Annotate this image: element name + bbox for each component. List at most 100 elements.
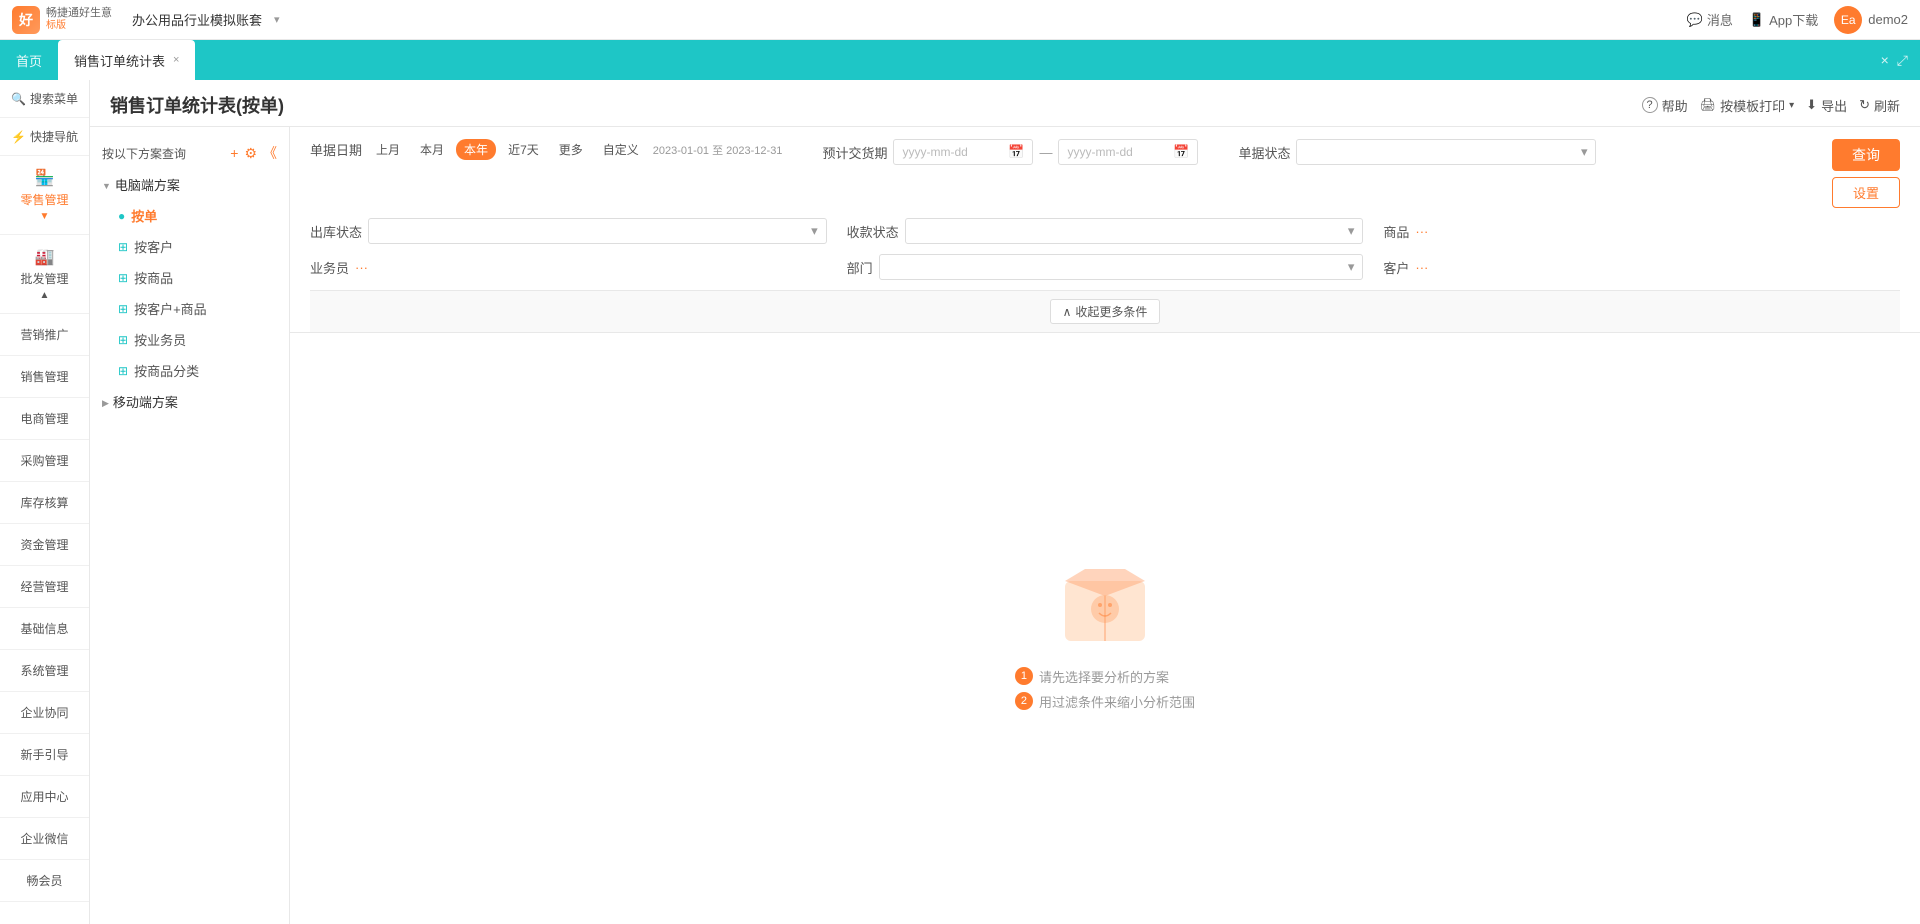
hint-1-num: 1 <box>1015 667 1033 685</box>
page-header: 销售订单统计表(按单) ? 帮助 🖨 按模板打印 ▾ ⬇ 导出 ↻ 刷新 <box>90 80 1920 127</box>
messages-button[interactable]: 💬 消息 <box>1687 10 1733 29</box>
refresh-button[interactable]: ↻ 刷新 <box>1859 96 1900 115</box>
plan-item-icon-customer: ⊞ <box>118 240 128 254</box>
salesperson-ellipsis[interactable]: ··· <box>355 260 368 275</box>
this-year-btn[interactable]: 本年 <box>456 139 496 160</box>
expected-date-to[interactable]: yyyy-mm-dd 📅 <box>1058 139 1198 165</box>
logo-icon: 好 <box>12 6 40 34</box>
customer-ellipsis[interactable]: ··· <box>1415 260 1428 275</box>
tab-expand-icon[interactable]: ⤢ <box>1897 52 1908 69</box>
sidebar-item-ecommerce[interactable]: 电商管理 <box>0 398 89 440</box>
print-dropdown-icon: ▾ <box>1789 100 1794 111</box>
plan-item-by-goods[interactable]: ⊞ 按商品 <box>90 262 289 293</box>
sidebar-item-wholesale[interactable]: 🏭 批发管理 ▲ <box>0 235 89 314</box>
wholesale-icon: 🏭 <box>35 247 55 267</box>
export-icon: ⬇ <box>1806 97 1817 113</box>
avatar: Ea <box>1834 6 1862 34</box>
sidebar-nav[interactable]: ⚡ 快捷导航 <box>0 118 89 156</box>
calendar-to-icon: 📅 <box>1173 144 1189 160</box>
sidebar-item-marketing[interactable]: 营销推广 <box>0 314 89 356</box>
help-icon: ? <box>1642 97 1658 113</box>
left-panel: 按以下方案查询 + ⚙ 《 电脑端方案 ● 按单 <box>90 127 290 924</box>
out-status-select[interactable]: ▾ <box>368 218 827 244</box>
sidebar-item-inventory[interactable]: 库存核算 <box>0 482 89 524</box>
goods-group: 商品 ··· <box>1383 222 1900 241</box>
expected-date-from[interactable]: yyyy-mm-dd 📅 <box>893 139 1033 165</box>
app-download-icon: 📱 <box>1749 12 1765 28</box>
plan-item-by-customer-goods[interactable]: ⊞ 按客户+商品 <box>90 293 289 324</box>
query-button[interactable]: 查询 <box>1832 139 1900 171</box>
out-status-chevron-icon: ▾ <box>811 223 818 239</box>
sidebar-item-retail[interactable]: 🏪 零售管理 ▼ <box>0 156 89 235</box>
date-separator: — <box>1039 145 1052 160</box>
print-button[interactable]: 🖨 按模板打印 ▾ <box>1700 96 1795 115</box>
sidebar-item-enterprise[interactable]: 企业协同 <box>0 692 89 734</box>
sidebar-item-business[interactable]: 经营管理 <box>0 566 89 608</box>
last-7-btn[interactable]: 近7天 <box>500 139 547 160</box>
date-quick-btns: 上月 本月 本年 近7天 更多 自定义 <box>368 139 647 160</box>
plan-group-mobile-header[interactable]: 移动端方案 <box>90 386 289 417</box>
plan-group-pc-header[interactable]: 电脑端方案 <box>90 169 289 200</box>
sidebar-search[interactable]: 🔍 搜索菜单 <box>0 80 89 118</box>
nav-icon: ⚡ <box>11 130 26 144</box>
expand-pc-icon <box>102 177 111 192</box>
filter-row-1: 单据日期 上月 本月 本年 近7天 更多 自定义 2023-01-01 至 20… <box>310 139 1900 208</box>
add-plan-button[interactable]: + <box>230 145 238 161</box>
salesperson-label: 业务员 <box>310 258 349 277</box>
sidebar-item-member[interactable]: 畅会员 <box>0 860 89 902</box>
goods-ellipsis[interactable]: ··· <box>1415 224 1428 239</box>
sidebar-item-newuser[interactable]: 新手引导 <box>0 734 89 776</box>
sidebar-item-wechat[interactable]: 企业微信 <box>0 818 89 860</box>
user-area[interactable]: Ea demo2 <box>1834 6 1908 34</box>
plan-item-by-category[interactable]: ⊞ 按商品分类 <box>90 355 289 386</box>
pay-status-select[interactable]: ▾ <box>905 218 1364 244</box>
custom-btn[interactable]: 自定义 <box>595 139 647 160</box>
more-btn[interactable]: 更多 <box>551 139 591 160</box>
department-select[interactable]: ▾ <box>879 254 1364 280</box>
filter-row-3: 业务员 ··· 部门 ▾ <box>310 254 1900 280</box>
settings-plan-button[interactable]: ⚙ <box>244 145 257 162</box>
empty-state: 1 请先选择要分析的方案 2 用过滤条件来缩小分析范围 <box>290 333 1920 924</box>
collapse-panel-button[interactable]: 《 <box>263 143 277 163</box>
expected-date-label: 预计交货期 <box>822 143 887 162</box>
sidebar-item-sales[interactable]: 销售管理 <box>0 356 89 398</box>
sidebar-item-appstore[interactable]: 应用中心 <box>0 776 89 818</box>
content-inner: 按以下方案查询 + ⚙ 《 电脑端方案 ● 按单 <box>90 127 1920 924</box>
sidebar: 🔍 搜索菜单 ⚡ 快捷导航 🏪 零售管理 ▼ 🏭 批发管理 ▲ 营销推广 销售管… <box>0 80 90 924</box>
logo-area: 好 畅捷通好生意 标版 <box>12 6 112 34</box>
sidebar-item-basic[interactable]: 基础信息 <box>0 608 89 650</box>
pay-status-group: 收款状态 ▾ <box>847 218 1364 244</box>
out-status-label: 出库状态 <box>310 222 362 241</box>
department-group: 部门 ▾ <box>847 254 1364 280</box>
department-label: 部门 <box>847 258 873 277</box>
dropdown-arrow-icon[interactable]: ▾ <box>274 13 280 26</box>
tab-sales-order-stats[interactable]: 销售订单统计表 × <box>58 40 195 80</box>
refresh-icon: ↻ <box>1859 97 1870 113</box>
app-download-button[interactable]: 📱 App下载 <box>1749 10 1818 29</box>
plan-item-by-salesperson[interactable]: ⊞ 按业务员 <box>90 324 289 355</box>
last-month-btn[interactable]: 上月 <box>368 139 408 160</box>
filter-area: 单据日期 上月 本月 本年 近7天 更多 自定义 2023-01-01 至 20… <box>290 127 1920 333</box>
sidebar-item-system[interactable]: 系统管理 <box>0 650 89 692</box>
sidebar-item-purchase[interactable]: 采购管理 <box>0 440 89 482</box>
help-button[interactable]: ? 帮助 <box>1642 96 1688 115</box>
plan-item-icon-goods: ⊞ <box>118 271 128 285</box>
this-month-btn[interactable]: 本月 <box>412 139 452 160</box>
status-label: 单据状态 <box>1238 143 1290 162</box>
export-button[interactable]: ⬇ 导出 <box>1806 96 1847 115</box>
empty-hint-2: 2 用过滤条件来缩小分析范围 <box>1015 692 1195 711</box>
tab-close-window-icon[interactable]: × <box>1881 52 1889 68</box>
plan-item-by-customer[interactable]: ⊞ 按客户 <box>90 231 289 262</box>
main-layout: 🔍 搜索菜单 ⚡ 快捷导航 🏪 零售管理 ▼ 🏭 批发管理 ▲ 营销推广 销售管… <box>0 80 1920 924</box>
status-select[interactable]: ▾ <box>1296 139 1596 165</box>
collapse-button[interactable]: ∧ 收起更多条件 <box>1050 299 1161 324</box>
plan-item-icon-order: ● <box>118 209 125 223</box>
settings-button[interactable]: 设置 <box>1832 177 1900 208</box>
collapse-bar[interactable]: ∧ 收起更多条件 <box>310 290 1900 332</box>
tab-home[interactable]: 首页 <box>0 40 58 80</box>
tab-close-icon[interactable]: × <box>173 54 179 66</box>
plan-item-by-order[interactable]: ● 按单 <box>90 200 289 231</box>
pay-status-chevron-icon: ▾ <box>1348 223 1355 239</box>
pay-status-label: 收款状态 <box>847 222 899 241</box>
sidebar-item-finance[interactable]: 资金管理 <box>0 524 89 566</box>
